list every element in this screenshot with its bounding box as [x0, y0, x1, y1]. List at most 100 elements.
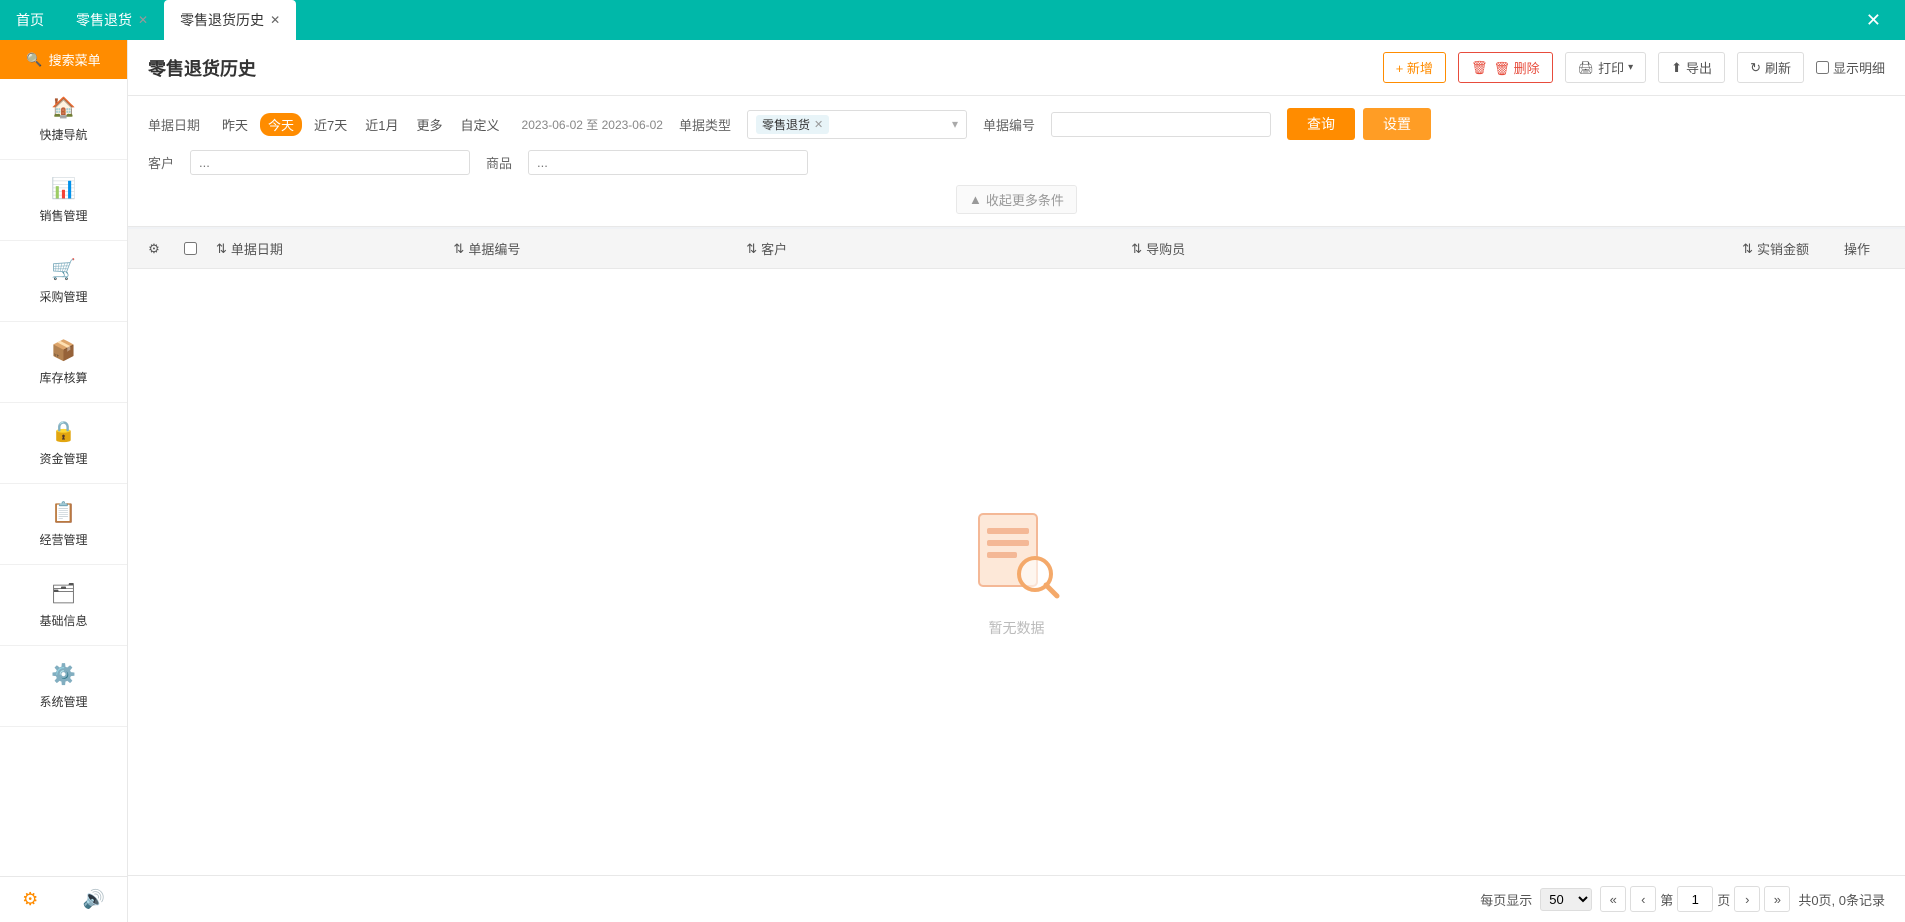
- tab-retail-return-close[interactable]: ✕: [138, 13, 148, 27]
- ops-icon: 📋: [51, 500, 76, 525]
- bill-no-label: 单据编号: [983, 115, 1035, 134]
- tab-retail-return-history-close[interactable]: ✕: [270, 13, 280, 27]
- lock-icon: 🔒: [51, 419, 76, 444]
- sidebar-item-label: 基础信息: [39, 612, 87, 629]
- print-button[interactable]: 🖨 打印 ▾: [1565, 52, 1647, 83]
- sidebar-item-inventory[interactable]: 📦 库存核算: [0, 322, 127, 403]
- page-nav: « ‹ 第 页 › »: [1600, 886, 1790, 912]
- sidebar-item-finance[interactable]: 🔒 资金管理: [0, 403, 127, 484]
- date-filter-label: 单据日期: [148, 115, 200, 134]
- sidebar-item-base-info[interactable]: 🗂 基础信息: [0, 565, 127, 646]
- date-custom[interactable]: 自定义: [455, 113, 506, 136]
- sidebar-item-quick-nav[interactable]: 🏠 快捷导航: [0, 79, 127, 160]
- per-page-label: 每页显示: [1480, 890, 1532, 909]
- cart-icon: 🛒: [51, 257, 76, 282]
- th-checkbox[interactable]: [172, 242, 208, 255]
- main-layout: 🔍 搜索菜单 🏠 快捷导航 📊 销售管理 🛒 采购管理 📦 库存核算 🔒 资金管…: [0, 40, 1905, 922]
- home-icon: 🏠: [51, 95, 76, 120]
- date-today[interactable]: 今天: [260, 113, 302, 136]
- empty-svg: [967, 506, 1067, 606]
- sidebar-item-system[interactable]: ⚙️ 系统管理: [0, 646, 127, 727]
- page-number-input[interactable]: [1677, 886, 1713, 912]
- filter-area: 单据日期 昨天 今天 近7天 近1月 更多 自定义 2023-06-02 至 2…: [128, 96, 1905, 227]
- th-date[interactable]: ⇅ 单据日期: [208, 239, 445, 258]
- filter-row-2: 客户 商品: [148, 150, 1885, 175]
- show-detail-input[interactable]: [1816, 61, 1829, 74]
- date-filter: 昨天 今天 近7天 近1月 更多 自定义: [216, 113, 506, 136]
- date-more[interactable]: 更多: [411, 113, 449, 136]
- bill-type-select[interactable]: 零售退货 ✕ ▾: [747, 110, 967, 139]
- date-range-display: 2023-06-02 至 2023-06-02: [522, 116, 663, 133]
- bill-type-tag-close[interactable]: ✕: [814, 118, 823, 131]
- top-bar: 首页 零售退货 ✕ 零售退货历史 ✕ ✕: [0, 0, 1905, 40]
- sidebar-item-sales[interactable]: 📊 销售管理: [0, 160, 127, 241]
- first-page-btn[interactable]: «: [1600, 886, 1626, 912]
- th-customer[interactable]: ⇅ 客户: [738, 239, 1123, 258]
- per-page-select[interactable]: 20 50 100: [1540, 888, 1592, 911]
- page-suffix: 页: [1717, 890, 1730, 909]
- th-guide[interactable]: ⇅ 导购员: [1123, 239, 1416, 258]
- content-area: 零售退货历史 + 新增 🗑 🗑 删除 🖨 打印 ▾ ⬆ 导出 ↻: [128, 40, 1905, 922]
- sidebar-item-label: 快捷导航: [39, 126, 87, 143]
- next-page-btn[interactable]: ›: [1734, 886, 1760, 912]
- table-area: ⚙ ⇅ 单据日期 ⇅ 单据编号 ⇅ 客户 ⇅ 导购员: [128, 229, 1905, 875]
- setting-button[interactable]: 设置: [1363, 108, 1431, 140]
- sidebar-item-label: 经营管理: [39, 531, 87, 548]
- export-button[interactable]: ⬆ 导出: [1658, 52, 1725, 83]
- collapse-button[interactable]: ▲ 收起更多条件: [956, 185, 1077, 214]
- action-buttons: 查询 设置: [1287, 108, 1431, 140]
- sidebar-search-label: 搜索菜单: [49, 50, 101, 69]
- tab-bar: 首页 零售退货 ✕ 零售退货历史 ✕: [0, 0, 1858, 40]
- customer-input[interactable]: [190, 150, 470, 175]
- customer-label: 客户: [148, 153, 174, 172]
- total-records: 共0页, 0条记录: [1798, 890, 1885, 909]
- show-detail-checkbox[interactable]: 显示明细: [1816, 58, 1885, 77]
- table-header: ⚙ ⇅ 单据日期 ⇅ 单据编号 ⇅ 客户 ⇅ 导购员: [128, 229, 1905, 269]
- date-yesterday[interactable]: 昨天: [216, 113, 254, 136]
- bill-type-tags: 零售退货 ✕: [756, 115, 829, 134]
- empty-area: 暂无数据: [128, 269, 1905, 875]
- sidebar-bottom: ⚙ 🔊: [0, 876, 127, 922]
- sidebar-item-label: 资金管理: [39, 450, 87, 467]
- sidebar-item-label: 系统管理: [39, 693, 87, 710]
- window-close-icon[interactable]: ✕: [1858, 10, 1889, 31]
- delete-button[interactable]: 🗑 🗑 删除: [1458, 52, 1553, 83]
- date-1month[interactable]: 近1月: [359, 113, 404, 136]
- export-icon: ⬆: [1671, 60, 1682, 76]
- th-billno[interactable]: ⇅ 单据编号: [445, 239, 738, 258]
- sidebar-item-operations[interactable]: 📋 经营管理: [0, 484, 127, 565]
- sidebar-item-label: 库存核算: [39, 369, 87, 386]
- empty-text: 暂无数据: [989, 618, 1045, 638]
- gear-icon: ⚙️: [51, 662, 76, 687]
- tab-retail-return[interactable]: 零售退货 ✕: [60, 0, 164, 40]
- query-button[interactable]: 查询: [1287, 108, 1355, 140]
- sidebar-search[interactable]: 🔍 搜索菜单: [0, 40, 127, 79]
- refresh-button[interactable]: ↻ 刷新: [1737, 52, 1804, 83]
- chevron-down-icon: ▾: [952, 117, 958, 131]
- sidebar-item-purchase[interactable]: 🛒 采购管理: [0, 241, 127, 322]
- chevron-up-icon: ▲: [969, 192, 982, 207]
- box-icon: 📦: [51, 338, 76, 363]
- th-gear[interactable]: ⚙: [136, 241, 172, 257]
- prev-page-btn[interactable]: ‹: [1630, 886, 1656, 912]
- tab-retail-return-history[interactable]: 零售退货历史 ✕: [164, 0, 296, 40]
- add-button[interactable]: + 新增: [1383, 52, 1446, 83]
- search-icon: 🔍: [26, 52, 42, 68]
- chart-icon: 📊: [51, 176, 76, 201]
- sidebar-item-label: 销售管理: [39, 207, 87, 224]
- last-page-btn[interactable]: »: [1764, 886, 1790, 912]
- date-7days[interactable]: 近7天: [308, 113, 353, 136]
- bill-type-tag: 零售退货 ✕: [756, 115, 829, 134]
- select-all-checkbox[interactable]: [184, 242, 197, 255]
- th-ops: 操作: [1817, 239, 1897, 258]
- info-icon: 🗂: [51, 581, 76, 606]
- goods-input[interactable]: [528, 150, 808, 175]
- bill-no-input[interactable]: [1051, 112, 1271, 137]
- top-right: ✕: [1858, 10, 1905, 31]
- volume-icon[interactable]: 🔊: [82, 889, 104, 910]
- sidebar: 🔍 搜索菜单 🏠 快捷导航 📊 销售管理 🛒 采购管理 📦 库存核算 🔒 资金管…: [0, 40, 128, 922]
- refresh-icon: ↻: [1750, 60, 1761, 76]
- th-amount[interactable]: ⇅ 实销金额: [1617, 239, 1818, 258]
- tab-home[interactable]: 首页: [0, 10, 60, 30]
- settings-bottom-icon[interactable]: ⚙: [22, 889, 38, 910]
